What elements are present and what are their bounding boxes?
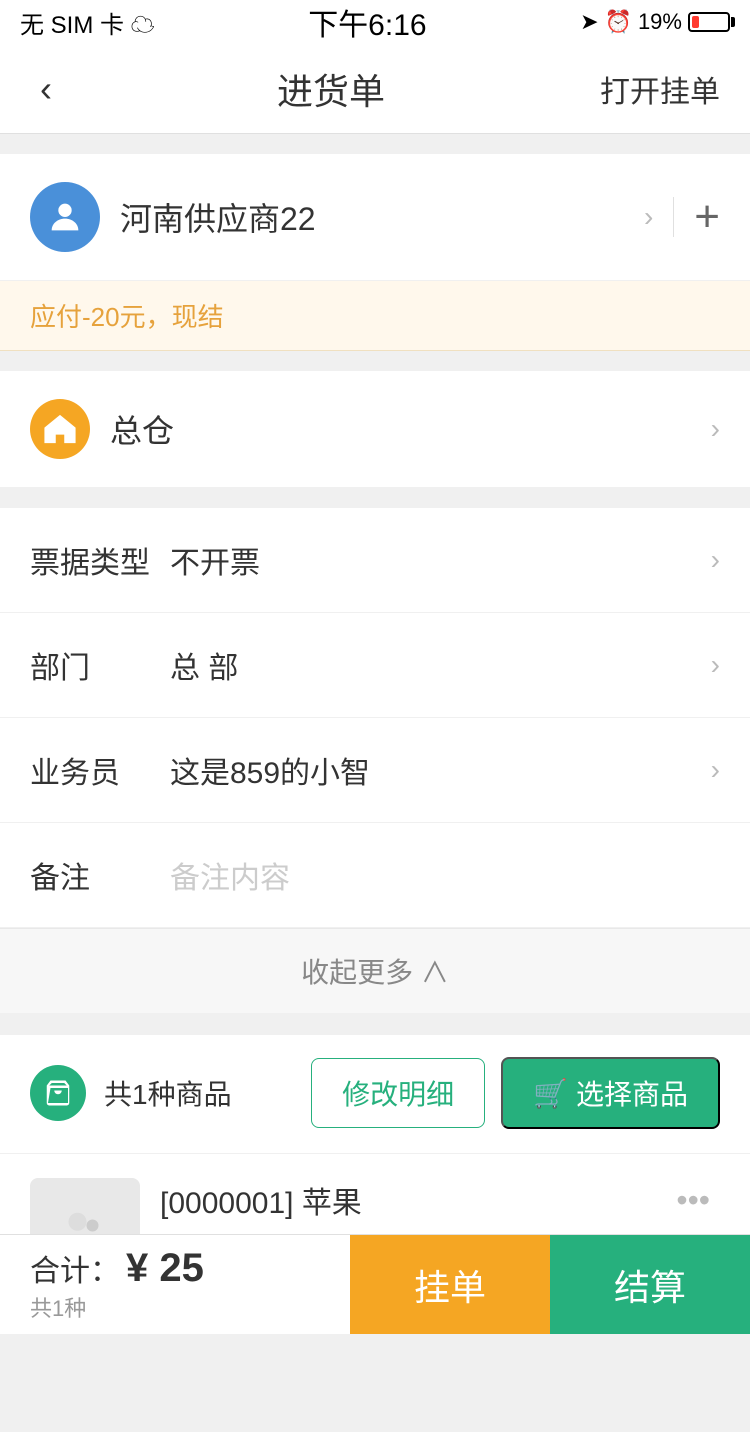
remark-row[interactable]: 备注 备注内容 [0, 823, 750, 928]
location-icon: ➤ [580, 9, 598, 35]
hang-button[interactable]: 挂单 [350, 1235, 550, 1334]
product-name: [0000001] 苹果 [160, 1178, 646, 1222]
battery-percent: 19% [638, 9, 682, 35]
dept-row[interactable]: 部门 总 部 › [0, 613, 750, 718]
divider-3 [0, 488, 750, 508]
total-label: 合计： [30, 1246, 120, 1290]
battery-icon [688, 12, 730, 32]
warehouse-name: 总仓 [110, 406, 711, 452]
bottom-bar: 合计： ¥ 25 共1种 挂单 结算 [0, 1234, 750, 1334]
divider-1 [0, 134, 750, 154]
sales-row[interactable]: 业务员 这是859的小智 › [0, 718, 750, 823]
invoice-arrow-icon: › [711, 544, 720, 576]
collapse-button[interactable]: 收起更多 ∧ [0, 928, 750, 1013]
supplier-avatar [30, 182, 100, 252]
warehouse-arrow-icon: › [711, 413, 720, 445]
product-icon-wrap [30, 1065, 86, 1121]
supplier-name: 河南供应商22 [120, 194, 644, 240]
dept-label: 部门 [30, 643, 170, 687]
divider-2 [0, 351, 750, 371]
alarm-icon: ⏰ [605, 9, 632, 35]
nav-bar: ‹ 进货单 打开挂单 [0, 44, 750, 134]
warehouse-icon-wrap [30, 399, 90, 459]
product-title: 苹果 [302, 1187, 362, 1220]
notice-bar: 应付-20元，现结 [0, 281, 750, 351]
warehouse-section: 总仓 › [0, 371, 750, 488]
sim-indicator: 无 SIM 卡 ☁ [20, 5, 155, 40]
select-product-icon: 🛒 [533, 1077, 568, 1110]
select-product-button[interactable]: 🛒 选择商品 [501, 1057, 720, 1129]
total-amount: ¥ 25 [126, 1246, 204, 1291]
select-product-label: 选择商品 [576, 1073, 688, 1113]
divider-4 [0, 1013, 750, 1033]
supplier-section: 河南供应商22 › + 应付-20元，现结 [0, 154, 750, 351]
warehouse-icon [43, 412, 77, 446]
product-code: [0000001] [160, 1187, 293, 1220]
supplier-arrow-icon: › [644, 201, 653, 233]
remark-label: 备注 [30, 853, 170, 897]
form-section: 票据类型 不开票 › 部门 总 部 › 业务员 这是859的小智 › 备注 备注… [0, 508, 750, 1013]
checkout-button[interactable]: 结算 [550, 1235, 750, 1334]
invoice-label: 票据类型 [30, 538, 170, 582]
status-bar: 无 SIM 卡 ☁ 下午6:16 ➤ ⏰ 19% [0, 0, 750, 44]
total-main: 合计： ¥ 25 [30, 1246, 320, 1291]
status-right: ➤ ⏰ 19% [580, 9, 730, 35]
product-header: 共1种商品 修改明细 🛒 选择商品 [0, 1035, 750, 1151]
shopping-bag-icon [43, 1078, 73, 1108]
total-sub: 共1种 [30, 1291, 320, 1323]
invoice-row[interactable]: 票据类型 不开票 › [0, 508, 750, 613]
back-button[interactable]: ‹ [30, 58, 62, 120]
invoice-value: 不开票 [170, 538, 711, 582]
add-supplier-button[interactable]: + [694, 192, 720, 242]
remark-input[interactable]: 备注内容 [170, 853, 720, 897]
status-left: 无 SIM 卡 ☁ [20, 5, 155, 40]
product-count: 共1种商品 [104, 1073, 311, 1113]
open-hang-button[interactable]: 打开挂单 [600, 67, 720, 111]
product-more-button[interactable]: ••• [666, 1178, 720, 1223]
sales-value: 这是859的小智 [170, 748, 711, 792]
status-time: 下午6:16 [308, 0, 426, 44]
edit-detail-button[interactable]: 修改明细 [311, 1058, 485, 1128]
dept-arrow-icon: › [711, 649, 720, 681]
supplier-divider [673, 197, 674, 237]
page-title: 进货单 [277, 63, 385, 115]
warehouse-row[interactable]: 总仓 › [0, 371, 750, 488]
sales-arrow-icon: › [711, 754, 720, 786]
supplier-row[interactable]: 河南供应商22 › + [0, 154, 750, 281]
total-section: 合计： ¥ 25 共1种 [0, 1235, 350, 1334]
person-icon [45, 197, 85, 237]
sales-label: 业务员 [30, 748, 170, 792]
dept-value: 总 部 [170, 643, 711, 687]
